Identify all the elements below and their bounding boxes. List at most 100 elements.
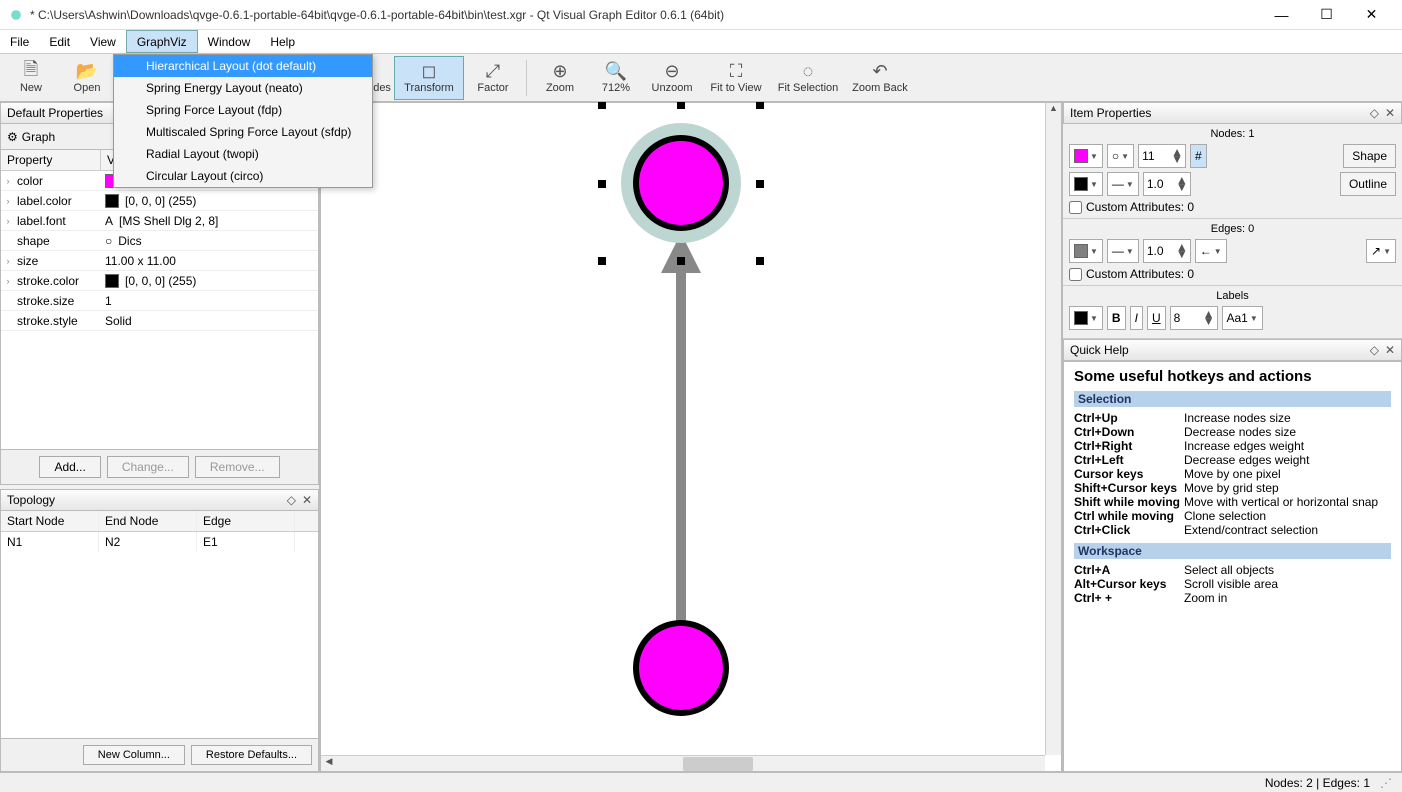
dropdown-hierarchical[interactable]: Hierarchical Layout (dot default) [114,55,372,77]
transform-icon: ◻ [422,62,437,82]
quick-help-content[interactable]: Some useful hotkeys and actions Selectio… [1063,361,1402,772]
restore-defaults-button[interactable]: Restore Defaults... [191,745,312,765]
horizontal-scrollbar[interactable]: ◀ [321,755,1045,771]
edge-color-combo[interactable]: ▼ [1069,239,1103,263]
new-column-button[interactable]: New Column... [83,745,185,765]
selection-box[interactable] [602,105,760,261]
scroll-thumb[interactable] [683,757,753,771]
change-button[interactable]: Change... [107,456,189,478]
property-row[interactable]: ›label.fontA[MS Shell Dlg 2, 8] [1,211,318,231]
dropdown-multiscaled[interactable]: Multiscaled Spring Force Layout (sfdp) [114,121,372,143]
canvas[interactable]: ▲ ◀ [320,102,1062,772]
outline-width-input[interactable] [1144,177,1174,191]
dropdown-circular[interactable]: Circular Layout (circo) [114,165,372,187]
dropdown-radial[interactable]: Radial Layout (twopi) [114,143,372,165]
italic-button[interactable]: I [1130,306,1143,330]
label-swatch [1074,311,1088,325]
label-size-spinner[interactable]: ▲▼ [1170,306,1218,330]
property-table: Property V ›color[255, 0, 255] (255)›lab… [0,150,319,450]
label-font-combo[interactable]: Aa1▼ [1222,306,1263,330]
edge-style-combo[interactable]: —▼ [1107,239,1139,263]
unzoom-button[interactable]: ⊖Unzoom [645,56,699,100]
close-panel-icon[interactable]: ✕ [302,493,312,507]
node-size-input[interactable] [1139,149,1169,163]
property-row[interactable]: stroke.styleSolid [1,311,318,331]
edge-type-combo[interactable]: ↗▼ [1366,239,1396,263]
outline-style-combo[interactable]: —▼ [1107,172,1139,196]
custom-attributes-edges[interactable]: Custom Attributes: 0 [1069,267,1396,281]
hash-button[interactable]: # [1190,144,1207,168]
bold-button[interactable]: B [1107,306,1126,330]
handle-s[interactable] [677,257,685,265]
zoom-back-button[interactable]: ↶Zoom Back [845,56,915,100]
menu-help[interactable]: Help [260,30,305,53]
outline-color-combo[interactable]: ▼ [1069,172,1103,196]
open-button[interactable]: 📂Open [60,56,114,100]
topology-header: Topology ◇ ✕ [0,489,319,511]
node-shape-combo[interactable]: ○▼ [1107,144,1134,168]
topology-row[interactable]: N1 N2 E1 [1,532,318,552]
fit-selection-button[interactable]: ◌Fit Selection [773,56,843,100]
cell-start: N1 [1,532,99,552]
handle-sw[interactable] [598,257,606,265]
app-icon [8,7,24,23]
custom-attributes-nodes[interactable]: Custom Attributes: 0 [1069,200,1396,214]
topology-title: Topology [7,493,55,507]
node-n2[interactable] [636,623,726,713]
menu-file[interactable]: File [0,30,39,53]
new-button[interactable]: 🗎New [4,56,58,100]
property-row[interactable]: ›stroke.color[0, 0, 0] (255) [1,271,318,291]
handle-ne[interactable] [756,102,764,109]
help-row: Ctrl+UpIncrease nodes size [1074,411,1391,425]
handle-nw[interactable] [598,102,606,109]
handle-n[interactable] [677,102,685,109]
property-row[interactable]: stroke.size1 [1,291,318,311]
menu-view[interactable]: View [80,30,126,53]
float-icon[interactable]: ◇ [1370,343,1379,357]
transform-button[interactable]: ◻Transform [394,56,464,100]
label-color-combo[interactable]: ▼ [1069,306,1103,330]
dropdown-spring-energy[interactable]: Spring Energy Layout (neato) [114,77,372,99]
node-size-spinner[interactable]: ▲▼ [1138,144,1186,168]
outline-width-spinner[interactable]: ▲▼ [1143,172,1191,196]
menu-edit[interactable]: Edit [39,30,80,53]
edge-width-spinner[interactable]: ▲▼ [1143,239,1191,263]
scroll-left-icon[interactable]: ◀ [321,756,337,771]
vertical-scrollbar[interactable]: ▲ [1045,103,1061,755]
property-row[interactable]: shape○Dics [1,231,318,251]
custom-edges-checkbox[interactable] [1069,268,1082,281]
zoom-button[interactable]: ⊕Zoom [533,56,587,100]
edge-width-input[interactable] [1144,244,1174,258]
add-button[interactable]: Add... [39,456,100,478]
custom-nodes-checkbox[interactable] [1069,201,1082,214]
handle-e[interactable] [756,180,764,188]
close-button[interactable]: ✕ [1349,1,1394,29]
node-fill-combo[interactable]: ▼ [1069,144,1103,168]
outline-button[interactable]: Outline [1340,172,1396,196]
fit-view-button[interactable]: ⛶Fit to View [701,56,771,100]
property-row[interactable]: ›label.color[0, 0, 0] (255) [1,191,318,211]
graph-tab-label[interactable]: Graph [22,130,55,144]
property-row[interactable]: ›size11.00 x 11.00 [1,251,318,271]
zoom-pct-button[interactable]: 🔍712% [589,56,643,100]
handle-se[interactable] [756,257,764,265]
minimize-button[interactable]: — [1259,1,1304,29]
scroll-up-icon[interactable]: ▲ [1046,103,1061,119]
handle-w[interactable] [598,180,606,188]
edge-arrow-combo[interactable]: ←▼ [1195,239,1227,263]
float-icon[interactable]: ◇ [287,493,296,507]
menu-graphviz[interactable]: GraphViz [126,30,198,53]
close-panel-icon[interactable]: ✕ [1385,106,1395,120]
dropdown-spring-force[interactable]: Spring Force Layout (fdp) [114,99,372,121]
separator [526,60,527,96]
maximize-button[interactable]: ☐ [1304,1,1349,29]
remove-button[interactable]: Remove... [195,456,280,478]
float-icon[interactable]: ◇ [1370,106,1379,120]
label-size-input[interactable] [1171,311,1201,325]
underline-button[interactable]: U [1147,306,1166,330]
factor-button[interactable]: ⤢Factor [466,56,520,100]
shape-button[interactable]: Shape [1343,144,1396,168]
close-panel-icon[interactable]: ✕ [1385,343,1395,357]
menu-window[interactable]: Window [198,30,261,53]
resize-grip-icon[interactable]: ⋰ [1380,776,1392,790]
